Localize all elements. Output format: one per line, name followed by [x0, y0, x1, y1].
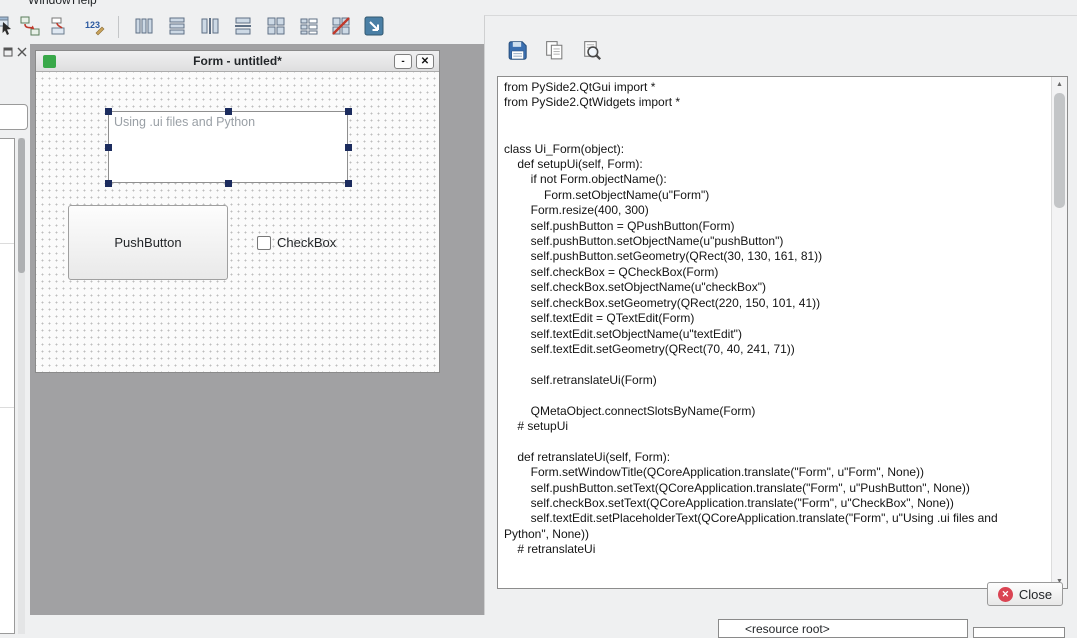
save-icon	[506, 39, 529, 62]
dock-float-icon[interactable]	[1, 45, 14, 58]
edit-tab-order-button[interactable]: 123	[79, 11, 109, 41]
selection-handle-top-middle[interactable]	[225, 108, 232, 115]
edit-tab-order-icon: 123	[83, 15, 105, 37]
layout-vertical-button[interactable]	[162, 11, 192, 41]
pushbutton-widget[interactable]: PushButton	[68, 205, 228, 280]
resource-browser-panel[interactable]: <resource root>	[718, 619, 968, 638]
widget-filter-input[interactable]	[0, 104, 28, 130]
layout-form-button[interactable]	[294, 11, 324, 41]
code-box: from PySide2.QtGui import * from PySide2…	[497, 76, 1068, 589]
break-layout-icon	[330, 15, 352, 37]
code-view[interactable]: from PySide2.QtGui import * from PySide2…	[498, 77, 1051, 588]
checkbox-box[interactable]	[257, 236, 271, 250]
layout-splitter-horizontal-icon	[199, 15, 221, 37]
close-dialog-label: Close	[1019, 587, 1052, 602]
find-icon	[580, 39, 603, 62]
close-dialog-button[interactable]: ✕ Close	[987, 582, 1063, 606]
edit-signals-slots-icon	[19, 15, 41, 37]
checkbox-label: CheckBox	[277, 235, 336, 250]
selection-handle-middle-right[interactable]	[345, 144, 352, 151]
selection-handle-middle-left[interactable]	[105, 144, 112, 151]
layout-vertical-icon	[166, 15, 188, 37]
layout-grid-icon	[265, 15, 287, 37]
widget-list-separator	[0, 243, 14, 244]
checkbox-widget[interactable]: CheckBox	[257, 234, 336, 251]
adjust-size-icon	[363, 15, 385, 37]
layout-grid-button[interactable]	[261, 11, 291, 41]
close-button[interactable]: ✕	[416, 54, 434, 69]
copy-icon	[543, 39, 566, 62]
widget-list-separator	[0, 407, 14, 408]
main-toolbar: 123	[0, 8, 484, 44]
edit-buddies-icon	[50, 15, 72, 37]
adjust-size-button[interactable]	[359, 11, 389, 41]
edit-signals-slots-button[interactable]	[15, 11, 45, 41]
layout-form-icon	[298, 15, 320, 37]
textedit-placeholder: Using .ui files and Python	[114, 115, 255, 129]
resource-browser-detail-panel	[973, 627, 1065, 638]
form-canvas[interactable]: Using .ui files and Python PushButton Ch…	[36, 72, 439, 372]
widget-list-scrollbar[interactable]	[18, 138, 25, 634]
selection-handle-bottom-middle[interactable]	[225, 180, 232, 187]
widget-box-dock	[0, 42, 30, 615]
copy-button[interactable]	[540, 36, 568, 64]
edit-widgets-icon	[0, 15, 16, 37]
dock-close-icon[interactable]	[15, 45, 28, 58]
break-layout-button[interactable]	[326, 11, 356, 41]
menu-window[interactable]: Window	[28, 0, 71, 7]
selection-handle-bottom-left[interactable]	[105, 180, 112, 187]
save-button[interactable]	[503, 36, 531, 64]
form-title: Form - untitled*	[36, 54, 439, 68]
svg-text:123: 123	[85, 20, 100, 30]
toolbar-separator	[118, 16, 119, 38]
form-titlebar[interactable]: Form - untitled* - ✕	[36, 51, 439, 72]
layout-horizontal-icon	[133, 15, 155, 37]
edit-buddies-button[interactable]	[46, 11, 76, 41]
textedit-widget[interactable]: Using .ui files and Python	[108, 111, 348, 183]
close-circle-icon: ✕	[998, 587, 1013, 602]
menu-help[interactable]: Help	[72, 0, 97, 7]
layout-horizontal-button[interactable]	[129, 11, 159, 41]
minimize-button[interactable]: -	[394, 54, 412, 69]
selection-handle-top-right[interactable]	[345, 108, 352, 115]
layout-splitter-vertical-icon	[232, 15, 254, 37]
widget-list-scrollbar-thumb[interactable]	[18, 138, 25, 273]
scroll-up-icon[interactable]: ▲	[1052, 77, 1067, 91]
menubar: Window Help	[0, 0, 484, 8]
layout-splitter-vertical-button[interactable]	[228, 11, 258, 41]
selection-handle-top-left[interactable]	[105, 108, 112, 115]
code-dialog-toolbar	[503, 36, 605, 64]
selection-handle-bottom-right[interactable]	[345, 180, 352, 187]
code-scrollbar-thumb[interactable]	[1054, 93, 1065, 208]
resource-root-item[interactable]: <resource root>	[719, 620, 967, 636]
form-window: Form - untitled* - ✕ Using .ui files and…	[35, 50, 440, 373]
find-button[interactable]	[577, 36, 605, 64]
code-vertical-scrollbar[interactable]: ▲ ▼	[1051, 77, 1067, 588]
widget-list[interactable]	[0, 138, 15, 634]
code-preview-dialog: from PySide2.QtGui import * from PySide2…	[484, 15, 1077, 615]
layout-splitter-horizontal-button[interactable]	[195, 11, 225, 41]
